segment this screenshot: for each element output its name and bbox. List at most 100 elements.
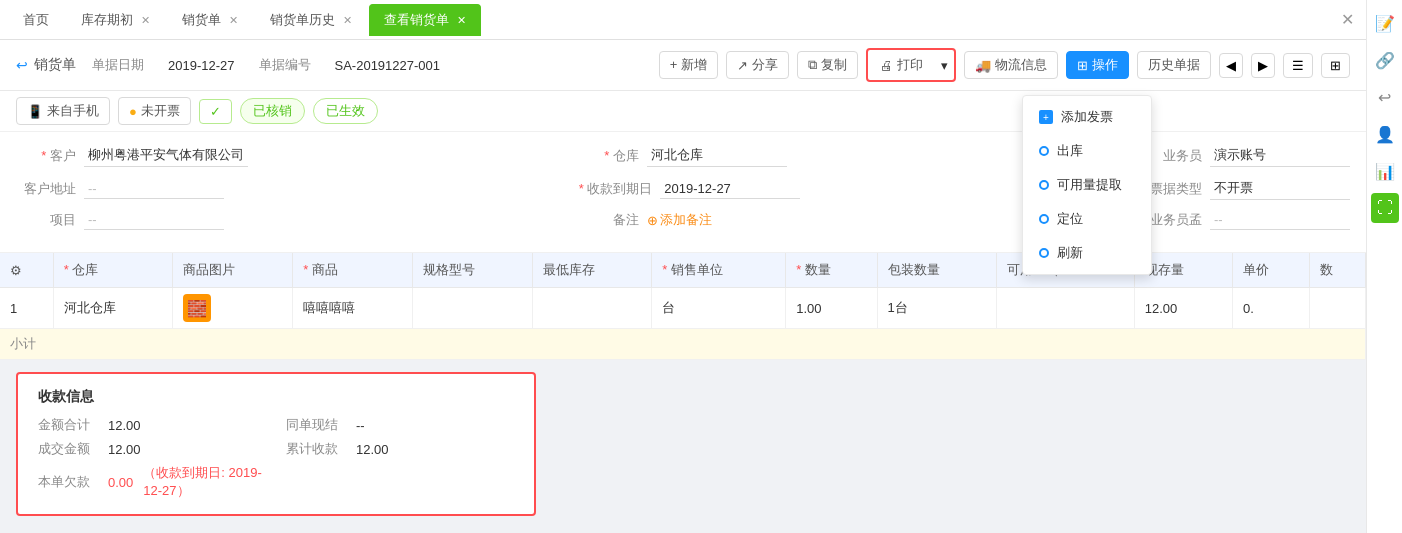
date-label: 单据日期	[92, 56, 144, 74]
th-unit: 销售单位	[652, 253, 786, 288]
dropdown-add-invoice[interactable]: + 添加发票	[1023, 100, 1151, 134]
refresh-icon	[1039, 248, 1049, 258]
sidebar-back-icon[interactable]: ↩	[1372, 82, 1397, 113]
th-qty: 数量	[786, 253, 877, 288]
view-list-button[interactable]: ☰	[1283, 53, 1313, 78]
address-value[interactable]: --	[84, 179, 224, 199]
total-value: 12.00	[108, 418, 141, 433]
effective-button[interactable]: 已生效	[313, 98, 378, 124]
th-settings[interactable]: ⚙	[0, 253, 53, 288]
operate-button[interactable]: ⊞ 操作	[1066, 51, 1129, 79]
doc-title: ↩ 销货单	[16, 56, 76, 74]
operate-dropdown: + 添加发票 出库 可用量提取 定位 刷新	[1022, 95, 1152, 275]
payment-total: 金额合计 12.00	[38, 416, 266, 434]
not-opened-button[interactable]: ● 未开票	[118, 97, 191, 125]
sidebar-chart-icon[interactable]: 📊	[1369, 156, 1401, 187]
tab-inventory-close[interactable]: ✕	[141, 14, 150, 27]
print-button[interactable]: 🖨 打印	[870, 52, 933, 78]
print-dropdown-arrow[interactable]: ▾	[937, 58, 952, 73]
payment-collected: 累计收款 12.00	[286, 440, 514, 458]
toolbar: + 新增 ↗ 分享 ⧉ 复制 🖨 打印 ▾ 🚚 物流信息 ⊞	[659, 48, 1350, 82]
row-unit-price: 0.	[1233, 288, 1310, 329]
customer-value[interactable]: 柳州粤港平安气体有限公司	[84, 144, 248, 167]
form-section: 客户 柳州粤港平安气体有限公司 仓库 河北仓库 业务员 演示账号 客户地址 --…	[0, 132, 1366, 253]
payment-deal: 成交金额 12.00	[38, 440, 266, 458]
warehouse-value[interactable]: 河北仓库	[647, 144, 787, 167]
phone-icon: 📱	[27, 104, 43, 119]
tab-sales-close[interactable]: ✕	[229, 14, 238, 27]
subtotal-label: 小计	[0, 329, 1366, 360]
dropdown-locate[interactable]: 定位	[1023, 202, 1151, 236]
close-all-button[interactable]: ✕	[1337, 7, 1358, 32]
available-qty-icon	[1039, 180, 1049, 190]
row-available	[997, 288, 1134, 329]
ticket-value: 不开票	[1210, 177, 1350, 200]
table-row: 1 河北仓库 🧱 嘻嘻嘻嘻 台 1.00 1台 12.00 0.	[0, 288, 1366, 329]
history-button[interactable]: 历史单据	[1137, 51, 1211, 79]
tab-view-sales[interactable]: 查看销货单 ✕	[369, 4, 481, 36]
confirm-check-button[interactable]: ✓	[199, 99, 232, 124]
dropdown-available-qty[interactable]: 可用量提取	[1023, 168, 1151, 202]
copy-label: 复制	[821, 56, 847, 74]
customer-field: 客户 柳州粤港平安气体有限公司	[16, 144, 579, 167]
confirmed-button[interactable]: 已核销	[240, 98, 305, 124]
tab-home[interactable]: 首页	[8, 4, 64, 36]
tab-view-sales-close[interactable]: ✕	[457, 14, 466, 27]
no-label: 单据编号	[259, 56, 311, 74]
project-value[interactable]: --	[84, 210, 224, 230]
note-label: 备注	[579, 211, 639, 229]
owed-label: 本单欠款	[38, 473, 98, 491]
row-no: 1	[0, 288, 53, 329]
payment-title: 收款信息	[38, 388, 514, 406]
row-current-stock: 12.00	[1134, 288, 1232, 329]
copy-button[interactable]: ⧉ 复制	[797, 51, 858, 79]
add-note-button[interactable]: ⊕ 添加备注	[647, 211, 712, 229]
owed-due-note: （收款到期日: 2019-12-27）	[143, 464, 266, 500]
action-bar: 📱 来自手机 ● 未开票 ✓ 已核销 已生效	[0, 91, 1366, 132]
check-icon: ✓	[210, 104, 221, 119]
payment-same-settle: 同单现结 --	[286, 416, 514, 434]
payment-grid: 金额合计 12.00 同单现结 -- 成交金额 12.00 累计收款 12.00…	[38, 416, 514, 500]
subtotal-row: 小计	[0, 329, 1366, 360]
tab-inventory[interactable]: 库存期初 ✕	[66, 4, 165, 36]
print-label: 打印	[897, 56, 923, 74]
share-icon: ↗	[737, 58, 748, 73]
next-button[interactable]: ▶	[1251, 53, 1275, 78]
tab-sales[interactable]: 销货单 ✕	[167, 4, 253, 36]
not-opened-label: 未开票	[141, 102, 180, 120]
doc-type: 销货单	[34, 56, 76, 74]
new-button[interactable]: + 新增	[659, 51, 718, 79]
sidebar-user-icon[interactable]: 👤	[1369, 119, 1401, 150]
project-label: 项目	[16, 211, 76, 229]
prev-button[interactable]: ◀	[1219, 53, 1243, 78]
history-label: 历史单据	[1148, 56, 1200, 74]
row-product[interactable]: 嘻嘻嘻嘻	[293, 288, 413, 329]
print-button-group: 🖨 打印 ▾	[866, 48, 956, 82]
date-value: 2019-12-27	[168, 58, 235, 73]
dropdown-ship[interactable]: 出库	[1023, 134, 1151, 168]
available-qty-label: 可用量提取	[1057, 176, 1122, 194]
row-more	[1310, 288, 1366, 329]
tab-sales-history[interactable]: 销货单历史 ✕	[255, 4, 367, 36]
sidebar-expand-icon[interactable]: ⛶	[1371, 193, 1399, 223]
copy-icon: ⧉	[808, 57, 817, 73]
not-opened-dot: ●	[129, 104, 137, 119]
collected-label: 累计收款	[286, 440, 346, 458]
tab-sales-history-close[interactable]: ✕	[343, 14, 352, 27]
sidebar-edit-icon[interactable]: 📝	[1369, 8, 1401, 39]
collected-value: 12.00	[356, 442, 389, 457]
warehouse-label: 仓库	[579, 147, 639, 165]
ship-label: 出库	[1057, 142, 1083, 160]
th-more: 数	[1310, 253, 1366, 288]
print-icon: 🖨	[880, 58, 893, 73]
add-invoice-icon: +	[1039, 110, 1053, 124]
due-date-value[interactable]: 2019-12-27	[660, 179, 800, 199]
address-field: 客户地址 --	[16, 179, 579, 199]
share-button[interactable]: ↗ 分享	[726, 51, 789, 79]
from-phone-button[interactable]: 📱 来自手机	[16, 97, 110, 125]
dropdown-refresh[interactable]: 刷新	[1023, 236, 1151, 270]
logistics-button[interactable]: 🚚 物流信息	[964, 51, 1058, 79]
sidebar-link-icon[interactable]: 🔗	[1369, 45, 1401, 76]
row-img: 🧱	[173, 288, 293, 329]
view-grid-button[interactable]: ⊞	[1321, 53, 1350, 78]
